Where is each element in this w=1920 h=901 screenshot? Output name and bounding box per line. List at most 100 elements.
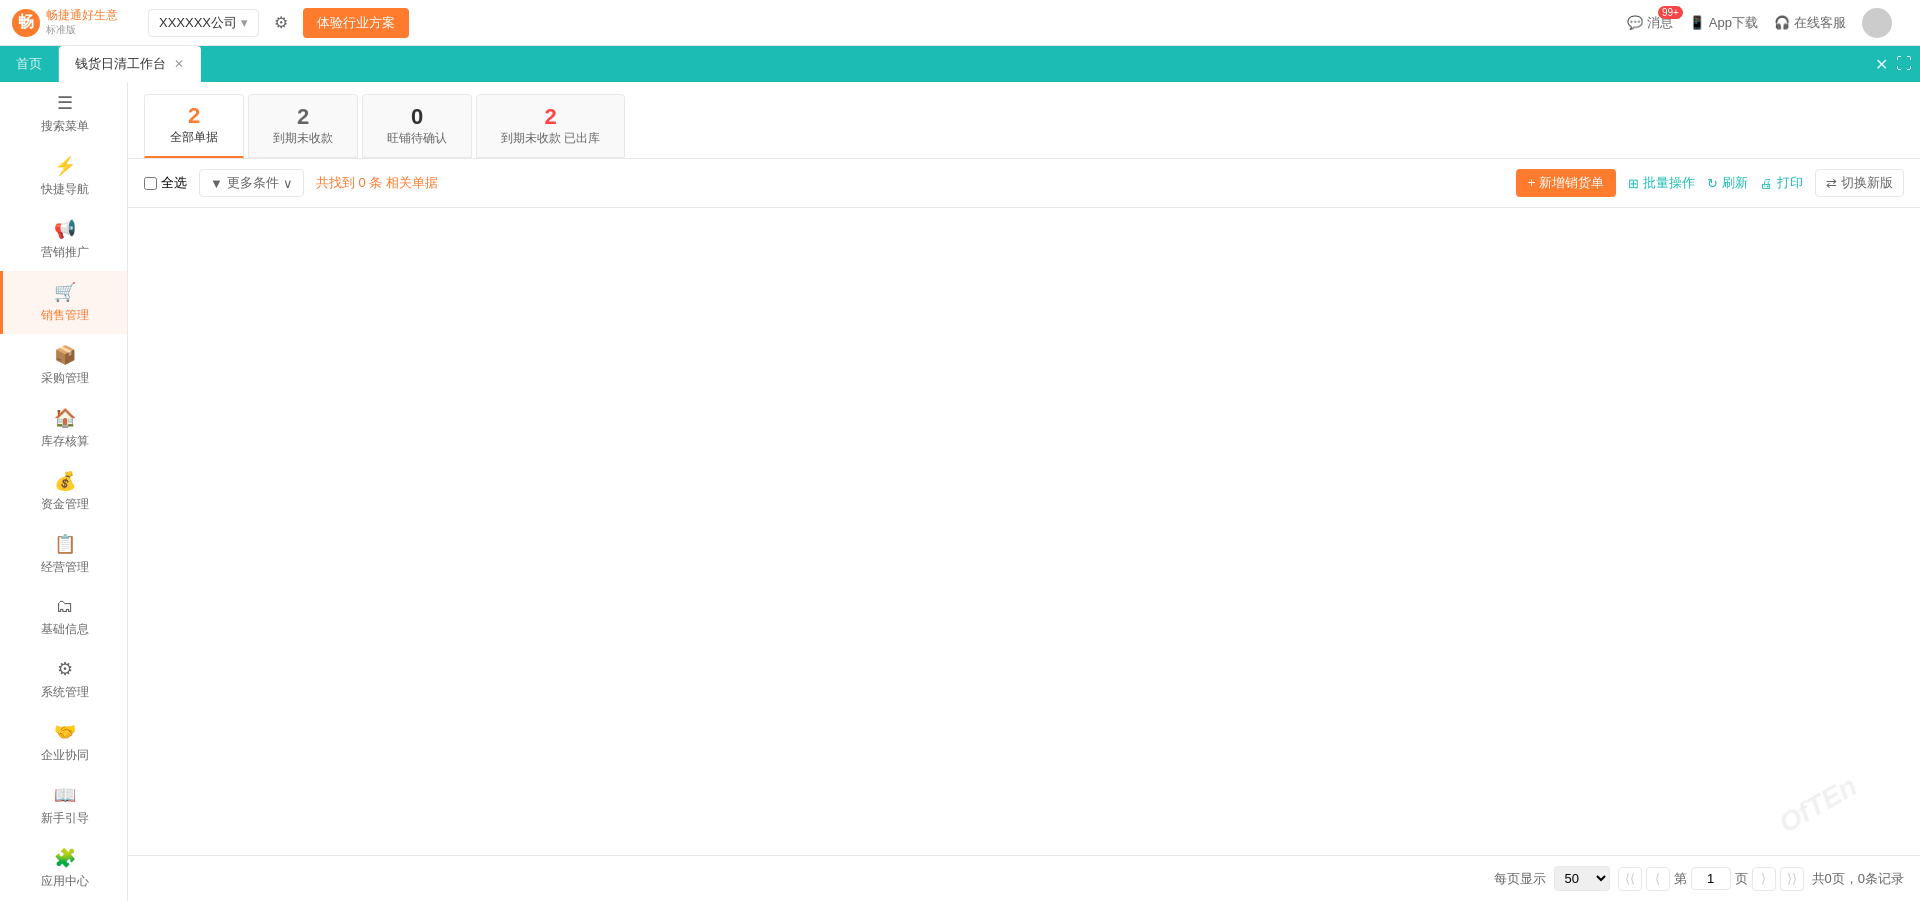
work-tab-overdue-label: 到期未收款 (273, 130, 333, 147)
work-tab-all[interactable]: 2 全部单据 (144, 94, 244, 158)
sidebar-purchase-label: 采购管理 (41, 370, 89, 387)
refresh-button[interactable]: ↻ 刷新 (1707, 174, 1748, 192)
per-page-select[interactable]: 50 100 200 (1554, 866, 1610, 891)
top-header: 畅 畅捷通好生意 标准版 XXXXXX公司 ▾ ⚙ 体验行业方案 💬 消息 99… (0, 0, 1920, 46)
batch-label: 批量操作 (1643, 174, 1695, 192)
sidebar: ☰ 搜索菜单 ⚡ 快捷导航 📢 营销推广 🛒 销售管理 📦 采购管理 🏠 库存核… (0, 82, 128, 901)
next-page-button[interactable]: ⟩ (1752, 867, 1776, 891)
work-tab-pending-num: 0 (411, 104, 423, 130)
pagination-bar: 每页显示 50 100 200 ⟨⟨ ⟨ 第 页 ⟩ ⟩⟩ 共0页，0条记录 (128, 855, 1920, 901)
handshake-icon: 🤝 (54, 721, 76, 743)
gear-icon: ⚙ (57, 658, 73, 680)
sidebar-item-finance[interactable]: 💰 资金管理 (0, 460, 127, 523)
found-unit: 条 (369, 175, 382, 190)
filter-label: 更多条件 (227, 174, 279, 192)
print-label: 打印 (1777, 174, 1803, 192)
per-page-label: 每页显示 (1494, 870, 1546, 888)
sidebar-item-guide[interactable]: 📖 新手引导 (0, 774, 127, 837)
filter-icon: ▼ (210, 176, 223, 191)
sidebar-search-label: 搜索菜单 (41, 118, 89, 135)
company-name: XXXXXX公司 (159, 14, 237, 32)
settings-icon[interactable]: ⚙ (267, 9, 295, 37)
tab-work[interactable]: 钱货日清工作台 ✕ (59, 46, 201, 82)
page-label: 第 (1674, 870, 1687, 888)
puzzle-icon: 🧩 (54, 847, 76, 869)
last-page-button[interactable]: ⟩⟩ (1780, 867, 1804, 891)
sidebar-item-operations[interactable]: 📋 经营管理 (0, 523, 127, 586)
search-icon: ☰ (57, 92, 73, 114)
sidebar-item-sales[interactable]: 🛒 销售管理 (0, 271, 127, 334)
sidebar-item-app-center[interactable]: 🧩 应用中心 (0, 837, 127, 900)
switch-label: 切换新版 (1841, 174, 1893, 192)
home-icon: 🏠 (54, 407, 76, 429)
experience-button[interactable]: 体验行业方案 (303, 8, 409, 38)
sidebar-basic-info-label: 基础信息 (41, 621, 89, 638)
sidebar-item-basic-info[interactable]: 🗂 基础信息 (0, 586, 127, 648)
work-tab-all-label: 全部单据 (170, 129, 218, 146)
found-number: 0 (359, 175, 366, 190)
tab-bar-actions: ✕ ⛶ (1875, 55, 1920, 74)
sidebar-item-system[interactable]: ⚙ 系统管理 (0, 648, 127, 711)
close-icon[interactable]: ✕ (174, 57, 184, 71)
tab-close-icon[interactable]: ✕ (1875, 55, 1888, 74)
sidebar-item-search[interactable]: ☰ 搜索菜单 (0, 82, 127, 145)
tab-maximize-icon[interactable]: ⛶ (1896, 55, 1912, 73)
page-navigation: ⟨⟨ ⟨ 第 页 ⟩ ⟩⟩ (1618, 867, 1804, 891)
work-tab-overdue-num: 2 (297, 104, 309, 130)
online-service-button[interactable]: 🎧 在线客服 (1774, 14, 1846, 32)
tab-home[interactable]: 首页 (0, 46, 59, 82)
cart-icon: 🛒 (54, 281, 76, 303)
select-all-input[interactable] (144, 177, 157, 190)
found-count: 共找到 0 条 相关单据 (316, 174, 438, 192)
work-tab-pending[interactable]: 0 旺铺待确认 (362, 94, 472, 158)
sidebar-item-enterprise[interactable]: 🤝 企业协同 (0, 711, 127, 774)
work-tab-overdue[interactable]: 2 到期未收款 (248, 94, 358, 158)
message-icon: 💬 (1627, 15, 1643, 30)
first-page-button[interactable]: ⟨⟨ (1618, 867, 1642, 891)
header-left: 畅 畅捷通好生意 标准版 XXXXXX公司 ▾ ⚙ 体验行业方案 (12, 8, 409, 38)
work-tab-shipped[interactable]: 2 到期未收款 已出库 (476, 94, 625, 158)
folder-icon: 🗂 (56, 596, 74, 617)
switch-version-button[interactable]: ⇄ 切换新版 (1815, 169, 1904, 197)
work-tab-list: 2 全部单据 2 到期未收款 0 旺铺待确认 2 到期未收款 已出库 (144, 94, 1904, 158)
print-button[interactable]: 🖨 打印 (1760, 174, 1803, 192)
company-selector[interactable]: XXXXXX公司 ▾ (148, 9, 259, 37)
sidebar-item-marketing[interactable]: 📢 营销推广 (0, 208, 127, 271)
page-suffix: 页 (1735, 870, 1748, 888)
total-info: 共0页，0条记录 (1812, 870, 1904, 888)
work-tab-pending-label: 旺铺待确认 (387, 130, 447, 147)
lightning-icon: ⚡ (54, 155, 76, 177)
toolbar: 全选 ▼ 更多条件 ∨ 共找到 0 条 相关单据 + 新增销货单 ⊞ 批量操作 (128, 159, 1920, 208)
avatar[interactable] (1862, 8, 1892, 38)
tab-home-label: 首页 (16, 55, 42, 73)
sidebar-sales-label: 销售管理 (41, 307, 89, 324)
app-download-label: App下载 (1709, 14, 1758, 32)
toolbar-right: + 新增销货单 ⊞ 批量操作 ↻ 刷新 🖨 打印 ⇄ 切换新版 (1516, 169, 1904, 197)
sidebar-item-purchase[interactable]: 📦 采购管理 (0, 334, 127, 397)
sidebar-enterprise-label: 企业协同 (41, 747, 89, 764)
sidebar-quicknav-label: 快捷导航 (41, 181, 89, 198)
sidebar-item-inventory[interactable]: 🏠 库存核算 (0, 397, 127, 460)
page-input[interactable] (1691, 867, 1731, 890)
print-icon: 🖨 (1760, 176, 1773, 191)
table-area (128, 208, 1920, 855)
batch-operation-button[interactable]: ⊞ 批量操作 (1628, 174, 1695, 192)
select-all-label: 全选 (161, 174, 187, 192)
message-badge: 99+ (1658, 6, 1683, 19)
message-button[interactable]: 💬 消息 99+ (1627, 14, 1673, 32)
refresh-icon: ↻ (1707, 176, 1718, 191)
sidebar-item-quicknav[interactable]: ⚡ 快捷导航 (0, 145, 127, 208)
logo-icon: 畅 (12, 9, 40, 37)
work-tabs: 2 全部单据 2 到期未收款 0 旺铺待确认 2 到期未收款 已出库 (128, 82, 1920, 159)
chevron-down-icon: ▾ (241, 15, 248, 30)
prev-page-button[interactable]: ⟨ (1646, 867, 1670, 891)
content-area: 2 全部单据 2 到期未收款 0 旺铺待确认 2 到期未收款 已出库 (128, 82, 1920, 901)
app-download-button[interactable]: 📱 App下载 (1689, 14, 1758, 32)
box-icon: 📦 (54, 344, 76, 366)
sidebar-guide-label: 新手引导 (41, 810, 89, 827)
logo-sub: 标准版 (46, 23, 118, 37)
select-all-checkbox[interactable]: 全选 (144, 174, 187, 192)
filter-button[interactable]: ▼ 更多条件 ∨ (199, 169, 304, 197)
tab-work-label: 钱货日清工作台 (75, 55, 166, 73)
add-order-button[interactable]: + 新增销货单 (1516, 169, 1616, 197)
